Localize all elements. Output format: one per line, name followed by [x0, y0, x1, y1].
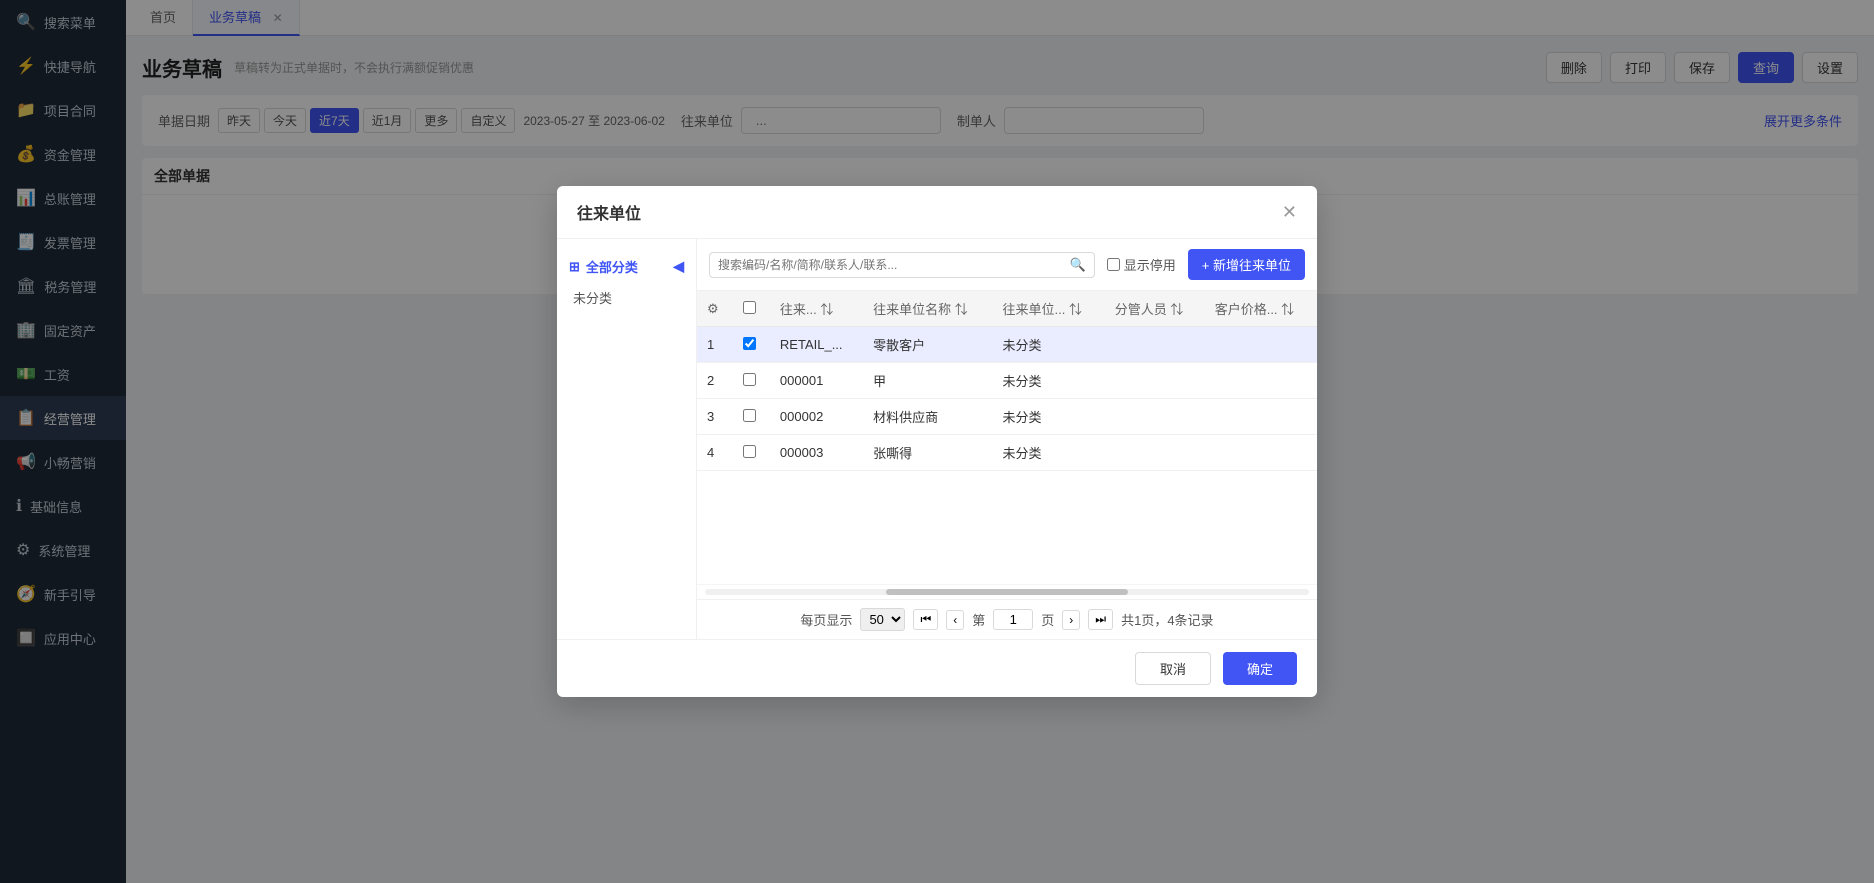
col-checkbox	[733, 291, 770, 327]
dialog-body: ⊞ 全部分类 ◀ 未分类 🔍	[557, 239, 1317, 639]
row-checkbox[interactable]	[733, 327, 770, 363]
row-price	[1205, 399, 1317, 435]
table-row[interactable]: 1 RETAIL_... 零散客户 未分类	[697, 327, 1317, 363]
search-icon: 🔍	[1070, 257, 1086, 273]
row-price	[1205, 435, 1317, 471]
cancel-button[interactable]: 取消	[1135, 652, 1211, 685]
row-category: 未分类	[992, 327, 1104, 363]
row-num: 4	[697, 435, 733, 471]
row-name: 甲	[863, 363, 992, 399]
show-disabled-checkbox[interactable]	[1107, 258, 1120, 271]
dialog-right-panel: 🔍 显示停用 + 新增往来单位	[697, 239, 1317, 639]
row-name: 张嘶得	[863, 435, 992, 471]
page-input[interactable]	[993, 609, 1033, 630]
category-item-unclassified[interactable]: 未分类	[557, 282, 696, 313]
total-records: 共1页，4条记录	[1121, 610, 1213, 629]
per-page-label: 每页显示	[800, 610, 852, 629]
confirm-button[interactable]: 确定	[1223, 652, 1297, 685]
next-page-btn[interactable]: ›	[1062, 610, 1080, 630]
scrollbar-thumb	[886, 589, 1128, 595]
unit-table: ⚙ 往来... ⇅ 往来单位名称 ⇅ 往来单位... ⇅ 分管人员 ⇅ 客户价格…	[697, 291, 1317, 471]
dialog-left-panel: ⊞ 全部分类 ◀ 未分类	[557, 239, 697, 639]
main-content: 首页 业务草稿 ✕ 业务草稿 草稿转为正式单据时，不会执行满额促销优惠 删除 打…	[126, 0, 1874, 883]
table-row[interactable]: 2 000001 甲 未分类	[697, 363, 1317, 399]
col-name[interactable]: 往来单位名称 ⇅	[863, 291, 992, 327]
row-code: 000003	[770, 435, 863, 471]
dialog-close-btn[interactable]: ✕	[1282, 202, 1297, 223]
row-category: 未分类	[992, 363, 1104, 399]
page-content: 业务草稿 草稿转为正式单据时，不会执行满额促销优惠 删除 打印 保存 查询 设置…	[126, 36, 1874, 883]
table-scrollbar[interactable]	[697, 584, 1317, 599]
category-header-label: 全部分类	[586, 257, 638, 276]
row-manager	[1105, 435, 1205, 471]
row-manager	[1105, 327, 1205, 363]
table-row[interactable]: 4 000003 张嘶得 未分类	[697, 435, 1317, 471]
category-header[interactable]: ⊞ 全部分类 ◀	[557, 251, 696, 282]
scrollbar-track	[705, 589, 1309, 595]
dialog: 往来单位 ✕ ⊞ 全部分类 ◀ 未分类	[557, 186, 1317, 697]
table-row[interactable]: 3 000002 材料供应商 未分类	[697, 399, 1317, 435]
row-checkbox[interactable]	[733, 435, 770, 471]
search-input[interactable]	[718, 258, 1064, 272]
prev-page-btn[interactable]: ‹	[946, 610, 964, 630]
first-page-btn[interactable]: ⏮	[913, 609, 938, 630]
row-num: 2	[697, 363, 733, 399]
select-all-checkbox[interactable]	[743, 301, 756, 314]
row-code: 000001	[770, 363, 863, 399]
dialog-title: 往来单位	[577, 200, 641, 224]
page-suffix: 页	[1041, 610, 1054, 629]
col-price[interactable]: 客户价格... ⇅	[1205, 291, 1317, 327]
modal-overlay[interactable]: 往来单位 ✕ ⊞ 全部分类 ◀ 未分类	[126, 36, 1874, 883]
row-code: 000002	[770, 399, 863, 435]
page-label: 第	[972, 610, 985, 629]
row-select-checkbox[interactable]	[743, 409, 756, 422]
row-category: 未分类	[992, 399, 1104, 435]
grid-icon: ⊞	[569, 259, 580, 275]
row-select-checkbox[interactable]	[743, 373, 756, 386]
dialog-action-footer: 取消 确定	[557, 639, 1317, 697]
row-num: 3	[697, 399, 733, 435]
col-settings: ⚙	[697, 291, 733, 327]
dialog-header: 往来单位 ✕	[557, 186, 1317, 239]
dialog-toolbar: 🔍 显示停用 + 新增往来单位	[697, 239, 1317, 291]
row-category: 未分类	[992, 435, 1104, 471]
dialog-pagination: 每页显示 50 ⏮ ‹ 第 页 › ⏭ 共1页，4条记录	[697, 599, 1317, 639]
row-num: 1	[697, 327, 733, 363]
row-name: 材料供应商	[863, 399, 992, 435]
row-select-checkbox[interactable]	[743, 445, 756, 458]
dialog-table: ⚙ 往来... ⇅ 往来单位名称 ⇅ 往来单位... ⇅ 分管人员 ⇅ 客户价格…	[697, 291, 1317, 584]
col-code[interactable]: 往来... ⇅	[770, 291, 863, 327]
row-code: RETAIL_...	[770, 327, 863, 363]
per-page-select[interactable]: 50	[860, 608, 905, 631]
row-manager	[1105, 363, 1205, 399]
collapse-panel-btn[interactable]: ◀	[673, 258, 684, 275]
search-input-wrap: 🔍	[709, 252, 1095, 278]
row-checkbox[interactable]	[733, 363, 770, 399]
add-unit-button[interactable]: + 新增往来单位	[1188, 249, 1305, 280]
col-manager[interactable]: 分管人员 ⇅	[1105, 291, 1205, 327]
row-price	[1205, 363, 1317, 399]
row-select-checkbox[interactable]	[743, 337, 756, 350]
col-category[interactable]: 往来单位... ⇅	[992, 291, 1104, 327]
row-price	[1205, 327, 1317, 363]
row-name: 零散客户	[863, 327, 992, 363]
show-disabled-label[interactable]: 显示停用	[1107, 255, 1176, 274]
row-manager	[1105, 399, 1205, 435]
last-page-btn[interactable]: ⏭	[1088, 609, 1113, 630]
row-checkbox[interactable]	[733, 399, 770, 435]
